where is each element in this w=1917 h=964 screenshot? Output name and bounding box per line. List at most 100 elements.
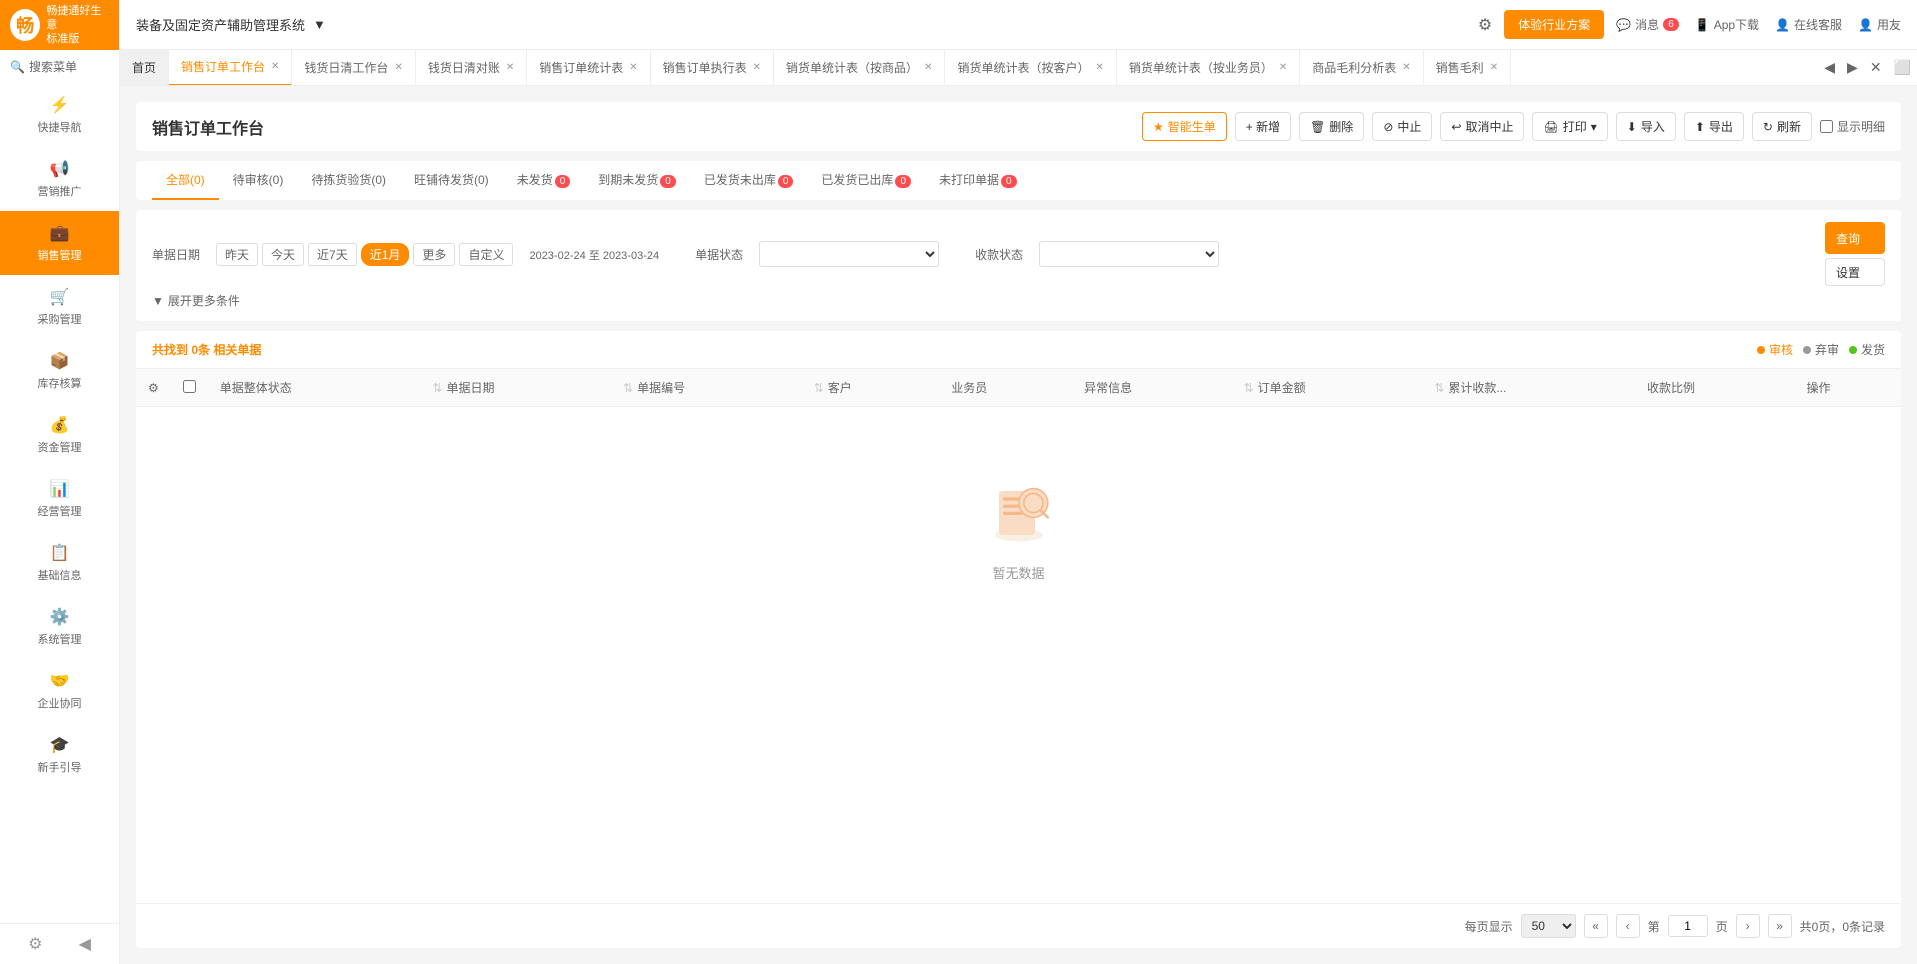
pause-btn[interactable]: ⊘ 中止 (1372, 112, 1432, 141)
topbar-settings-icon[interactable]: ⚙ (1478, 15, 1492, 35)
tab-close-cash-daily[interactable]: ✕ (394, 62, 402, 73)
tab-prev-arrow[interactable]: ◀ (1818, 59, 1841, 76)
date-filter-yesterday[interactable]: 昨天 (216, 243, 258, 266)
sidebar-item-operation[interactable]: 📊经营管理 (0, 467, 119, 531)
filter-settings-btn[interactable]: 设置 (1825, 258, 1885, 286)
per-page-select[interactable]: 50 10 20 100 (1521, 914, 1576, 938)
tab-close-sales-profit[interactable]: ✕ (1490, 62, 1498, 73)
sub-tab-wangpu-ship[interactable]: 旺铺待发货(0) (400, 161, 503, 200)
th-cumulative[interactable]: ⇅ 累计收款... (1422, 369, 1635, 407)
tab-close-cash-reconcile[interactable]: ✕ (506, 62, 514, 73)
last-page-btn[interactable]: » (1768, 914, 1792, 938)
th-doc-date[interactable]: ⇅ 单据日期 (420, 369, 611, 407)
cancel-review-action[interactable]: 弃审 (1803, 341, 1839, 358)
sub-tab-not-printed[interactable]: 未打印单据0 (925, 161, 1031, 200)
tab-close-sales-summary-product[interactable]: ✕ (924, 62, 932, 73)
select-all-checkbox[interactable] (183, 380, 196, 393)
tab-sales-summary-staff[interactable]: 销货单统计表（按业务员）✕ (1117, 50, 1300, 86)
sidebar-item-inventory[interactable]: 📦库存核算 (0, 339, 119, 403)
tab-cash-reconcile[interactable]: 钱货日清对账✕ (416, 50, 527, 86)
date-filter-more[interactable]: 更多 (413, 243, 455, 266)
tab-label-sales-stats: 销售订单统计表 (539, 59, 623, 76)
th-customer[interactable]: ⇅ 客户 (802, 369, 939, 407)
status-filter-select[interactable] (759, 241, 939, 267)
print-btn[interactable]: 🖨 打印 ▾ (1532, 112, 1607, 141)
tab-close-sales-workbench[interactable]: ✕ (271, 61, 279, 72)
smart-create-btn[interactable]: ★ 智能生单 (1142, 112, 1227, 141)
tab-gross-margin[interactable]: 商品毛利分析表✕ (1300, 50, 1423, 86)
show-detail-checkbox-label[interactable]: 显示明细 (1820, 118, 1885, 135)
tab-sales-workbench[interactable]: 销售订单工作台✕ (169, 50, 292, 86)
system-dropdown[interactable]: ▼ (313, 17, 326, 32)
tab-sales-profit[interactable]: 销售毛利✕ (1424, 50, 1511, 86)
orders-table: ⚙ 单据整体状态 ⇅ (136, 369, 1901, 407)
sub-tab-pending-review[interactable]: 待审核(0) (219, 161, 298, 200)
user-menu[interactable]: 👤 用友 (1858, 16, 1901, 33)
sidebar-item-system[interactable]: ⚙️系统管理 (0, 595, 119, 659)
collapse-icon[interactable]: ◀ (79, 934, 91, 954)
tab-close-sales-stats[interactable]: ✕ (629, 62, 637, 73)
date-filter-7days[interactable]: 近7天 (308, 243, 357, 266)
sub-tab-not-shipped[interactable]: 未发货0 (503, 161, 585, 200)
tab-close-sales-summary-customer[interactable]: ✕ (1095, 62, 1103, 73)
sidebar-item-basic[interactable]: 📋基础信息 (0, 531, 119, 595)
first-page-btn[interactable]: « (1584, 914, 1608, 938)
th-doc-number[interactable]: ⇅ 单据编号 (611, 369, 802, 407)
th-staff[interactable]: 业务员 (939, 369, 1072, 407)
cancel-pause-btn[interactable]: ↩ 取消中止 (1440, 112, 1524, 141)
date-filter-1month[interactable]: 近1月 (361, 243, 410, 266)
sidebar-item-marketing[interactable]: 📢营销推广 (0, 147, 119, 211)
refresh-btn[interactable]: ↻ 刷新 (1752, 112, 1812, 141)
tab-cash-daily[interactable]: 钱货日清工作台✕ (292, 50, 415, 86)
settings-bottom-icon[interactable]: ⚙ (28, 934, 42, 954)
payment-filter-select[interactable] (1039, 241, 1219, 267)
tab-sales-summary-customer[interactable]: 销货单统计表（按客户）✕ (945, 50, 1116, 86)
sidebar-label-quick-nav: 快捷导航 (38, 119, 82, 135)
messages-btn[interactable]: 💬 消息 6 (1616, 16, 1679, 33)
tab-close-gross-margin[interactable]: ✕ (1402, 62, 1410, 73)
tab-close-sales-summary-staff[interactable]: ✕ (1279, 62, 1287, 73)
sidebar-item-finance[interactable]: 💰资金管理 (0, 403, 119, 467)
industry-solution-btn[interactable]: 体验行业方案 (1504, 10, 1604, 39)
ship-action[interactable]: 发货 (1849, 341, 1885, 358)
tab-close-sales-exec[interactable]: ✕ (753, 62, 761, 73)
export-btn[interactable]: ⬆ 导出 (1684, 112, 1744, 141)
sidebar-item-enterprise[interactable]: 🤝企业协同 (0, 659, 119, 723)
sidebar-search[interactable]: 🔍 搜索菜单 (0, 50, 119, 83)
delete-btn[interactable]: 🗑 删除 (1299, 112, 1364, 141)
next-page-btn[interactable]: › (1736, 914, 1760, 938)
sub-tab-overdue-not-shipped[interactable]: 到期未发货0 (584, 161, 690, 200)
tab-label-home: 首页 (132, 59, 156, 76)
prev-page-btn[interactable]: ‹ (1616, 914, 1640, 938)
tab-expand[interactable]: ⬜ (1888, 59, 1917, 76)
tab-home[interactable]: 首页 (120, 50, 169, 86)
th-settings[interactable]: ⚙ (136, 369, 171, 407)
sub-tab-shipped-out[interactable]: 已发货已出库0 (807, 161, 925, 200)
sub-tab-all[interactable]: 全部(0) (152, 161, 219, 200)
app-download-btn[interactable]: 📱 App下载 (1695, 16, 1759, 33)
th-order-amount[interactable]: ⇅ 订单金额 (1232, 369, 1423, 407)
tab-next-arrow[interactable]: ▶ (1841, 59, 1864, 76)
review-action[interactable]: 审核 (1757, 341, 1793, 358)
tab-sales-exec[interactable]: 销售订单执行表✕ (651, 50, 774, 86)
page-input[interactable] (1668, 915, 1708, 937)
th-doc-status[interactable]: 单据整体状态 (208, 369, 421, 407)
sub-tab-pending-inspect[interactable]: 待拣货验货(0) (297, 161, 400, 200)
sidebar-item-sales[interactable]: 💼销售管理 (0, 211, 119, 275)
sidebar-item-purchase[interactable]: 🛒采购管理 (0, 275, 119, 339)
import-btn[interactable]: ⬇ 导入 (1616, 112, 1676, 141)
tab-close-all[interactable]: ✕ (1864, 59, 1888, 76)
sidebar-item-quick-nav[interactable]: ⚡快捷导航 (0, 83, 119, 147)
date-filter-custom[interactable]: 自定义 (459, 243, 513, 266)
th-abnormal[interactable]: 异常信息 (1072, 369, 1232, 407)
tab-sales-summary-product[interactable]: 销货单统计表（按商品）✕ (774, 50, 945, 86)
online-service-btn[interactable]: 👤 在线客服 (1775, 16, 1842, 33)
expand-filter-btn[interactable]: ▼ 展开更多条件 (152, 292, 1885, 309)
add-btn[interactable]: + 新增 (1235, 112, 1291, 141)
query-btn[interactable]: 查询 (1825, 222, 1885, 254)
tab-sales-stats[interactable]: 销售订单统计表 ✕ (527, 50, 650, 86)
sidebar-item-guide[interactable]: 🎓新手引导 (0, 723, 119, 787)
date-filter-today[interactable]: 今天 (262, 243, 304, 266)
sub-tab-shipped-not-out[interactable]: 已发货未出库0 (690, 161, 808, 200)
show-detail-checkbox[interactable] (1820, 120, 1833, 133)
